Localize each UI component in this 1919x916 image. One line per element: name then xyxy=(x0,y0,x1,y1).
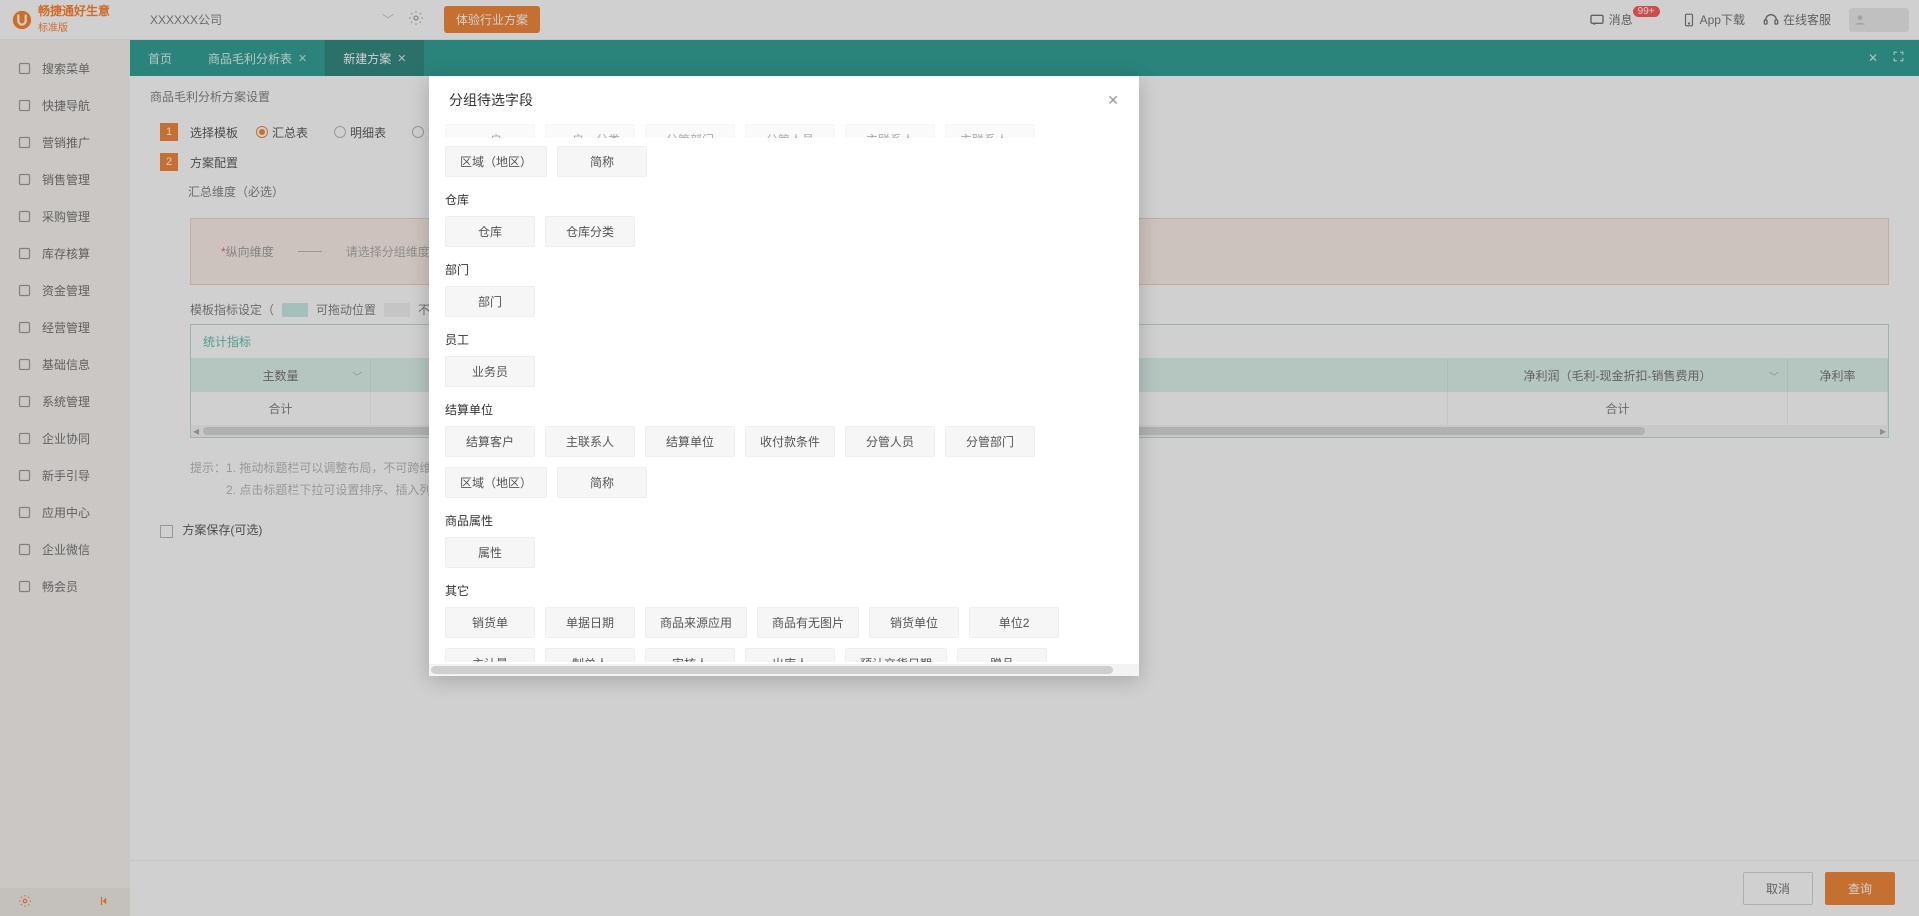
field-chip[interactable]: 制单人 xyxy=(545,648,635,662)
field-chip[interactable]: 区域（地区） xyxy=(445,467,547,498)
field-chip[interactable]: 销货单 xyxy=(445,607,535,638)
field-chip[interactable]: 主联系人… xyxy=(945,124,1035,138)
group-title: 部门 xyxy=(445,261,1123,278)
field-chip[interactable]: 仓库 xyxy=(445,216,535,247)
group-title: 仓库 xyxy=(445,191,1123,208)
modal-header: 分组待选字段 ✕ xyxy=(429,76,1139,124)
field-chip[interactable]: 部门 xyxy=(445,286,535,317)
field-chip[interactable]: 单据日期 xyxy=(545,607,635,638)
field-chip[interactable]: 结算单位 xyxy=(645,426,735,457)
field-chip[interactable]: …户 分类 xyxy=(545,124,635,138)
field-chip[interactable]: 单位2 xyxy=(969,607,1059,638)
group-title: 其它 xyxy=(445,582,1123,599)
modal-hscrollbar[interactable] xyxy=(429,664,1139,676)
modal-body: …户…户 分类分管部门分管人员主联系人主联系人……邮寄地址 区域（地区）简称 仓… xyxy=(429,124,1139,662)
field-chip[interactable]: 商品有无图片 xyxy=(757,607,859,638)
field-chip[interactable]: 审核人 xyxy=(645,648,735,662)
field-chip[interactable]: 出库人 xyxy=(745,648,835,662)
field-chip[interactable]: 主计量 xyxy=(445,648,535,662)
group-field-modal: 分组待选字段 ✕ …户…户 分类分管部门分管人员主联系人主联系人……邮寄地址 区… xyxy=(429,76,1139,676)
modal-close-icon[interactable]: ✕ xyxy=(1107,92,1119,109)
field-chip[interactable]: 简称 xyxy=(557,146,647,177)
field-chip[interactable]: 仓库分类 xyxy=(545,216,635,247)
field-chip[interactable]: 主联系人 xyxy=(845,124,935,138)
field-chip[interactable]: 分管人员 xyxy=(845,426,935,457)
field-chip[interactable]: 商品来源应用 xyxy=(645,607,747,638)
group-title: 结算单位 xyxy=(445,401,1123,418)
field-chip[interactable]: 区域（地区） xyxy=(445,146,547,177)
group-title: 商品属性 xyxy=(445,512,1123,529)
field-chip[interactable]: 主联系人 xyxy=(545,426,635,457)
field-chip[interactable]: 业务员 xyxy=(445,356,535,387)
field-chip[interactable]: 分管部门 xyxy=(645,124,735,138)
field-chip[interactable]: 结算客户 xyxy=(445,426,535,457)
field-chip[interactable]: 收付款条件 xyxy=(745,426,835,457)
field-chip[interactable]: 简称 xyxy=(557,467,647,498)
field-chip[interactable]: 分管部门 xyxy=(945,426,1035,457)
field-chip[interactable]: 属性 xyxy=(445,537,535,568)
field-chip[interactable]: 销货单位 xyxy=(869,607,959,638)
modal-title: 分组待选字段 xyxy=(449,90,533,110)
field-chip[interactable]: 预计交货日期 xyxy=(845,648,947,662)
field-chip[interactable]: …户 xyxy=(445,124,535,138)
field-chip[interactable]: 赠品 xyxy=(957,648,1047,662)
field-chip[interactable]: 分管人员 xyxy=(745,124,835,138)
group-title: 员工 xyxy=(445,331,1123,348)
